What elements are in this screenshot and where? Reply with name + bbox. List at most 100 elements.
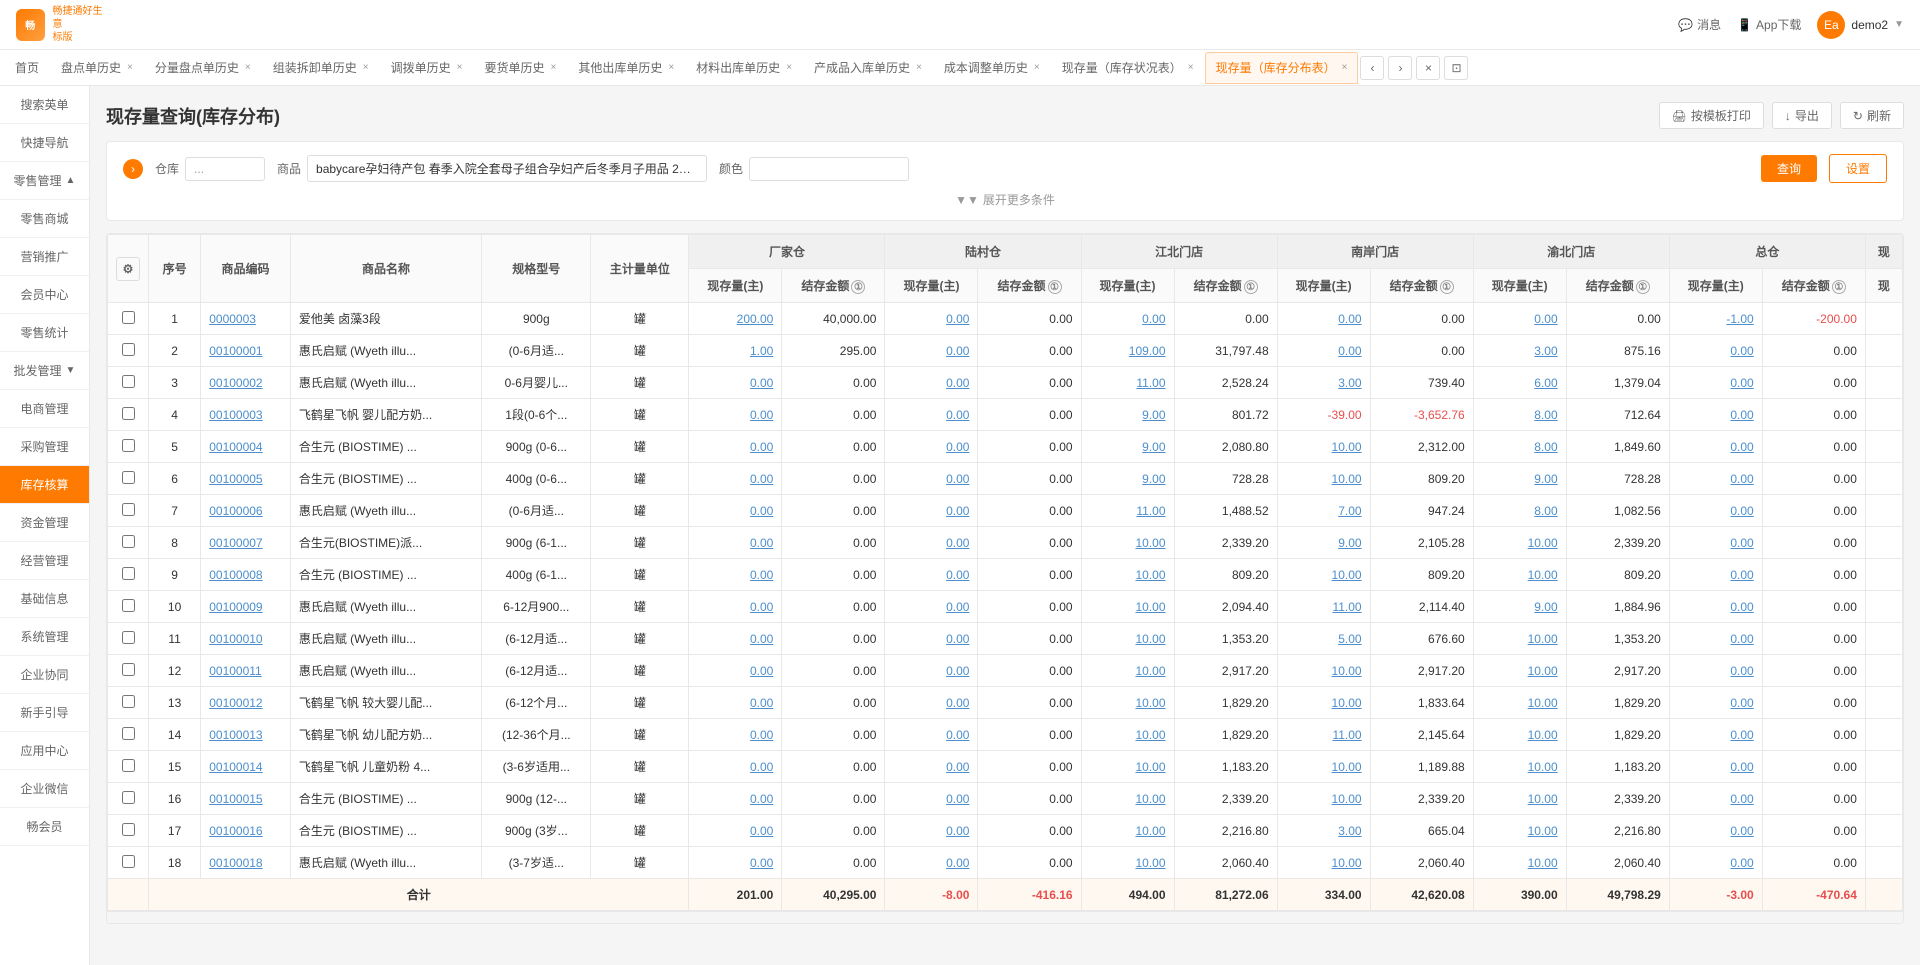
total-stock-link[interactable]: 0.00	[1730, 792, 1753, 806]
tab-close-all-btn[interactable]: ×	[1416, 56, 1440, 80]
sidebar-item-member2[interactable]: 畅会员	[0, 808, 89, 846]
factory-stock-link[interactable]: 0.00	[750, 696, 773, 710]
yubei-stock-link[interactable]: 10.00	[1528, 632, 1558, 646]
lu-stock-link[interactable]: 0.00	[946, 312, 969, 326]
total-stock-link[interactable]: 0.00	[1730, 536, 1753, 550]
row-check[interactable]	[108, 783, 149, 815]
tab-next-btn[interactable]: ›	[1388, 56, 1412, 80]
row-code-link[interactable]: 00100013	[209, 728, 262, 742]
nanan-stock-link[interactable]: 0.00	[1338, 344, 1361, 358]
color-input[interactable]	[749, 157, 909, 181]
total-stock-link[interactable]: 0.00	[1730, 472, 1753, 486]
factory-stock-link[interactable]: 0.00	[750, 472, 773, 486]
yubei-stock-link[interactable]: 8.00	[1534, 504, 1557, 518]
row-check[interactable]	[108, 719, 149, 751]
tab-other-out[interactable]: 其他出库单历史 ×	[567, 52, 685, 84]
tab-close-stock-dist[interactable]: ×	[1342, 62, 1348, 73]
tab-close-inventory-count[interactable]: ×	[127, 62, 133, 73]
tab-purchase-order[interactable]: 要货单历史 ×	[473, 52, 567, 84]
filter-expand-toggle[interactable]: ›	[123, 159, 143, 179]
factory-stock-link[interactable]: 0.00	[750, 728, 773, 742]
search-button[interactable]: 查询	[1761, 155, 1817, 182]
factory-stock-link[interactable]: 0.00	[750, 376, 773, 390]
nanan-stock-link[interactable]: 10.00	[1332, 664, 1362, 678]
total-stock-link[interactable]: 0.00	[1730, 760, 1753, 774]
lu-amount-info-icon[interactable]: ①	[1048, 280, 1062, 294]
lu-stock-link[interactable]: 0.00	[946, 504, 969, 518]
sidebar-item-search[interactable]: 搜索英单	[0, 86, 89, 124]
yubei-stock-link[interactable]: 10.00	[1528, 568, 1558, 582]
warehouse-input[interactable]	[185, 157, 265, 181]
row-code-link[interactable]: 00100007	[209, 536, 262, 550]
tab-split-count[interactable]: 分量盘点单历史 ×	[144, 52, 262, 84]
factory-stock-link[interactable]: 0.00	[750, 632, 773, 646]
nanan-stock-link[interactable]: 10.00	[1332, 440, 1362, 454]
nanan-stock-link[interactable]: 5.00	[1338, 632, 1361, 646]
sidebar-item-operations[interactable]: 经营管理	[0, 542, 89, 580]
row-checkbox[interactable]	[122, 855, 135, 868]
total-stock-link[interactable]: 0.00	[1730, 376, 1753, 390]
tab-close-stock-status[interactable]: ×	[1188, 62, 1194, 73]
yubei-stock-link[interactable]: 10.00	[1528, 536, 1558, 550]
row-code-link[interactable]: 00100010	[209, 632, 262, 646]
tab-product-in[interactable]: 产成品入库单历史 ×	[803, 52, 933, 84]
tab-close-other-out[interactable]: ×	[668, 62, 674, 73]
nanan-stock-link[interactable]: 10.00	[1332, 760, 1362, 774]
tab-close-purchase-order[interactable]: ×	[550, 62, 556, 73]
row-check[interactable]	[108, 399, 149, 431]
row-code-link[interactable]: 0000003	[209, 312, 256, 326]
lu-stock-link[interactable]: 0.00	[946, 856, 969, 870]
row-checkbox[interactable]	[122, 695, 135, 708]
lu-stock-link[interactable]: 0.00	[946, 696, 969, 710]
tab-close-split-count[interactable]: ×	[245, 62, 251, 73]
yubei-stock-link[interactable]: 10.00	[1528, 664, 1558, 678]
row-check[interactable]	[108, 463, 149, 495]
total-stock-link[interactable]: -1.00	[1726, 312, 1753, 326]
row-check[interactable]	[108, 303, 149, 335]
tab-expand-btn[interactable]: ⊡	[1444, 56, 1468, 80]
jiangbei-stock-link[interactable]: 109.00	[1129, 344, 1166, 358]
jiangbei-stock-link[interactable]: 0.00	[1142, 312, 1165, 326]
row-checkbox[interactable]	[122, 311, 135, 324]
row-checkbox[interactable]	[122, 471, 135, 484]
lu-stock-link[interactable]: 0.00	[946, 600, 969, 614]
row-code-link[interactable]: 00100006	[209, 504, 262, 518]
jiangbei-stock-link[interactable]: 10.00	[1135, 600, 1165, 614]
row-code-link[interactable]: 00100011	[209, 664, 262, 678]
row-check[interactable]	[108, 559, 149, 591]
sidebar-item-retail-stats[interactable]: 零售统计	[0, 314, 89, 352]
sidebar-item-retail-mgmt[interactable]: 零售管理 ▲	[0, 162, 89, 200]
factory-stock-link[interactable]: 0.00	[750, 664, 773, 678]
factory-stock-link[interactable]: 0.00	[750, 440, 773, 454]
lu-stock-link[interactable]: 0.00	[946, 568, 969, 582]
yubei-stock-link[interactable]: 3.00	[1534, 344, 1557, 358]
row-code-link[interactable]: 00100003	[209, 408, 262, 422]
jiangbei-stock-link[interactable]: 9.00	[1142, 472, 1165, 486]
nanan-stock-link[interactable]: 3.00	[1338, 376, 1361, 390]
jiangbei-stock-link[interactable]: 10.00	[1135, 856, 1165, 870]
row-checkbox[interactable]	[122, 439, 135, 452]
sidebar-item-enterprise-collab[interactable]: 企业协同	[0, 656, 89, 694]
sidebar-item-enterprise-wechat[interactable]: 企业微信	[0, 770, 89, 808]
total-stock-link[interactable]: 0.00	[1730, 344, 1753, 358]
sidebar-item-basic[interactable]: 基础信息	[0, 580, 89, 618]
row-check[interactable]	[108, 655, 149, 687]
sidebar-item-ecommerce[interactable]: 电商管理	[0, 390, 89, 428]
total-stock-link[interactable]: 0.00	[1730, 856, 1753, 870]
nanan-stock-link[interactable]: -39.00	[1328, 408, 1362, 422]
jiangbei-stock-link[interactable]: 10.00	[1135, 824, 1165, 838]
tab-close-transfer[interactable]: ×	[457, 62, 463, 73]
jiangbei-stock-link[interactable]: 10.00	[1135, 664, 1165, 678]
tab-prev-btn[interactable]: ‹	[1360, 56, 1384, 80]
jiangbei-stock-link[interactable]: 10.00	[1135, 536, 1165, 550]
yubei-stock-link[interactable]: 8.00	[1534, 440, 1557, 454]
total-stock-link[interactable]: 0.00	[1730, 504, 1753, 518]
lu-stock-link[interactable]: 0.00	[946, 760, 969, 774]
total-stock-link[interactable]: 0.00	[1730, 664, 1753, 678]
row-check[interactable]	[108, 367, 149, 399]
nanan-stock-link[interactable]: 10.00	[1332, 696, 1362, 710]
lu-stock-link[interactable]: 0.00	[946, 792, 969, 806]
lu-stock-link[interactable]: 0.00	[946, 536, 969, 550]
factory-amount-info-icon[interactable]: ①	[851, 280, 865, 294]
row-checkbox[interactable]	[122, 407, 135, 420]
